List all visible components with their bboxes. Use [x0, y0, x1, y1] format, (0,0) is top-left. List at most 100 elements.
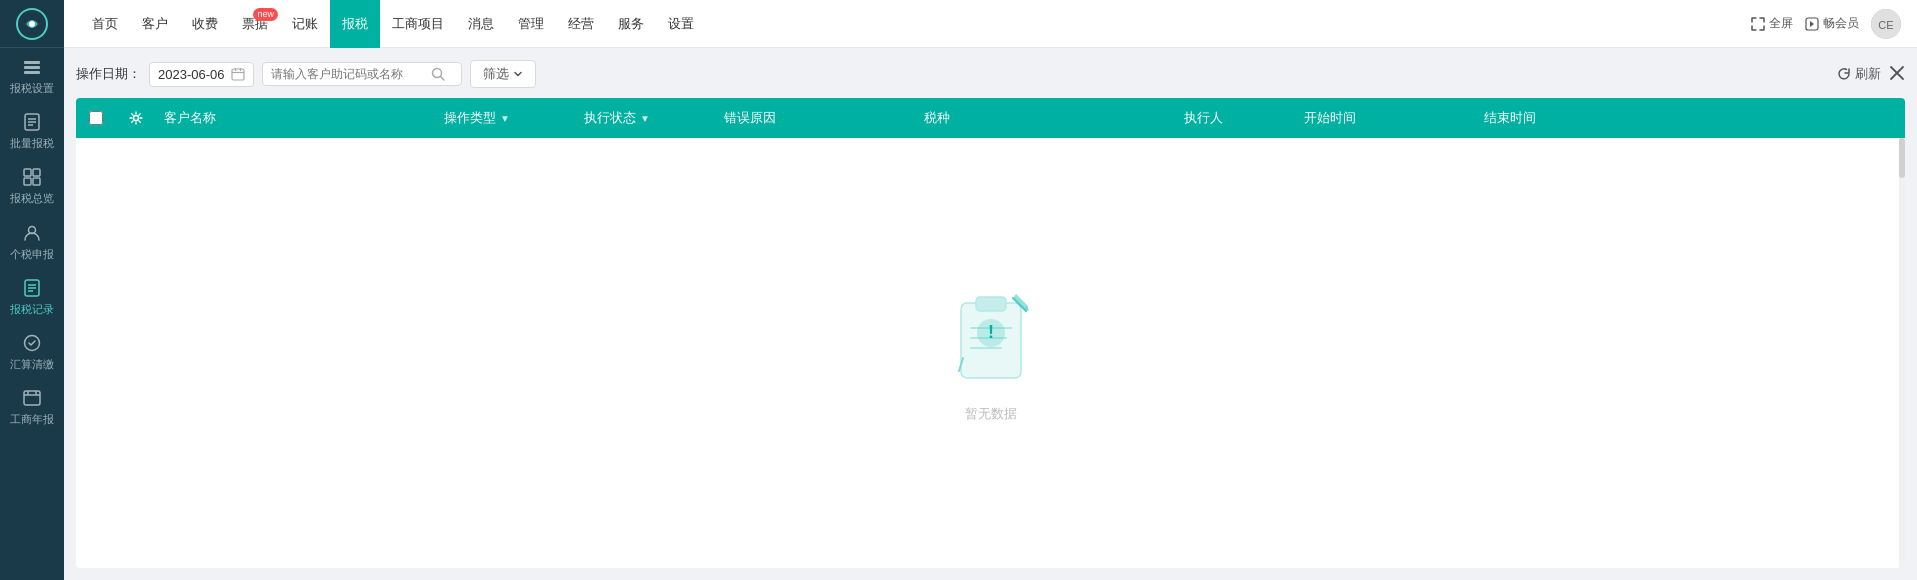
empty-illustration: !: [941, 283, 1041, 393]
svg-text:CE: CE: [1878, 19, 1893, 31]
sidebar-item-geshuishenbao[interactable]: 个税申报: [0, 214, 64, 269]
search-input[interactable]: [271, 67, 431, 81]
filter-button[interactable]: 筛选: [470, 60, 536, 88]
th-executor: 执行人: [1176, 109, 1296, 127]
empty-text: 暂无数据: [965, 405, 1017, 423]
fullscreen-button[interactable]: 全屏: [1751, 15, 1793, 32]
toolbar: 操作日期： 2023-06-06 筛选: [76, 60, 1905, 88]
avatar[interactable]: CE: [1871, 9, 1901, 39]
fullscreen-icon: [1751, 17, 1765, 31]
sidebar-item-baoshuizonglan[interactable]: 报税总览: [0, 158, 64, 213]
sidebar-item-label-pilianbaoshui: 批量报税: [10, 137, 54, 150]
sidebar-item-pilianbaoshui[interactable]: 批量报税: [0, 103, 64, 158]
th-tax-type: 税种: [916, 109, 1176, 127]
select-all-checkbox[interactable]: [89, 111, 103, 125]
th-settings: [116, 110, 156, 126]
sidebar: 报税设置 批量报税 报税总览: [0, 0, 64, 580]
sidebar-item-label-huisuanqingshu: 汇算清缴: [10, 358, 54, 371]
nav-item-fuwu[interactable]: 服务: [606, 0, 656, 48]
svg-point-34: [134, 116, 139, 121]
close-icon: [1889, 65, 1905, 81]
nav-item-shouye[interactable]: 首页: [80, 0, 130, 48]
filter-chevron-icon: [513, 69, 523, 79]
svg-rect-3: [24, 66, 40, 69]
content-area: 操作日期： 2023-06-06 筛选: [64, 48, 1917, 580]
nav-items: 首页 客户 收费 票据 new 记账 报税 工商项目 消息: [80, 0, 1751, 48]
sidebar-item-gongshangnianbaoa[interactable]: 工商年报: [0, 379, 64, 434]
member-button[interactable]: 畅会员: [1805, 15, 1859, 32]
filter-label: 筛选: [483, 65, 509, 83]
date-value: 2023-06-06: [158, 67, 225, 82]
nav-item-jingying[interactable]: 经营: [556, 0, 606, 48]
refresh-icon: [1837, 67, 1851, 81]
th-client-name: 客户名称: [156, 109, 436, 127]
svg-rect-12: [33, 178, 40, 185]
nav-item-baoshui[interactable]: 报税: [330, 0, 380, 48]
settings-icon: [21, 56, 43, 78]
nav-item-guanli[interactable]: 管理: [506, 0, 556, 48]
svg-rect-10: [33, 169, 40, 176]
th-start-time: 开始时间: [1296, 109, 1476, 127]
svg-line-31: [440, 77, 444, 81]
svg-point-1: [29, 21, 35, 27]
app-logo: [16, 8, 48, 40]
piaoju-badge: new: [253, 8, 278, 22]
nav-item-shezhi[interactable]: 设置: [656, 0, 706, 48]
personal-tax-icon: [21, 222, 43, 244]
svg-rect-11: [24, 178, 31, 185]
sidebar-item-baoshuishezhi[interactable]: 报税设置: [0, 48, 64, 103]
nav-item-jizhang[interactable]: 记账: [280, 0, 330, 48]
svg-rect-9: [24, 169, 31, 176]
svg-text:!: !: [988, 322, 994, 342]
empty-state: ! 暂无数据: [941, 283, 1041, 423]
nav-item-shoufei[interactable]: 收费: [180, 0, 230, 48]
date-picker[interactable]: 2023-06-06: [149, 62, 254, 87]
sidebar-item-huisuanqingshu[interactable]: 汇算清缴: [0, 324, 64, 379]
topnav-right: 全屏 畅会员 CE: [1751, 9, 1901, 39]
table-body: ! 暂无数据: [76, 138, 1905, 568]
th-end-time: 结束时间: [1476, 109, 1626, 127]
svg-rect-2: [24, 61, 40, 64]
nav-item-xiaoxi[interactable]: 消息: [456, 0, 506, 48]
th-checkbox[interactable]: [76, 111, 116, 125]
calendar-icon: [231, 67, 245, 81]
sidebar-item-label-baoshuizonglan: 报税总览: [10, 192, 54, 205]
sidebar-item-label-baoshuishezhi: 报税设置: [10, 82, 54, 95]
svg-rect-4: [24, 71, 40, 74]
svg-rect-19: [24, 391, 40, 405]
column-settings-icon[interactable]: [128, 110, 144, 126]
topnav: 首页 客户 收费 票据 new 记账 报税 工商项目 消息: [64, 0, 1917, 48]
table-header: 客户名称 操作类型 ▼ 执行状态 ▼ 错误原因 税种 执行人: [76, 98, 1905, 138]
close-button[interactable]: [1889, 65, 1905, 84]
th-operation-type[interactable]: 操作类型 ▼: [436, 109, 576, 127]
main-area: 首页 客户 收费 票据 new 记账 报税 工商项目 消息: [64, 0, 1917, 580]
sidebar-item-label-gongshangnianbaoa: 工商年报: [10, 413, 54, 426]
avatar-icon: CE: [1871, 9, 1901, 39]
exec-status-sort-icon: ▼: [640, 113, 650, 124]
annual-report-icon: [21, 387, 43, 409]
search-icon[interactable]: [431, 67, 445, 81]
search-wrap: [262, 62, 462, 86]
refresh-button[interactable]: 刷新: [1837, 65, 1881, 83]
tax-record-icon: [21, 277, 43, 299]
operation-type-sort-icon: ▼: [500, 113, 510, 124]
batch-tax-icon: [21, 111, 43, 133]
nav-item-gongshangxiangmu[interactable]: 工商项目: [380, 0, 456, 48]
sidebar-item-label-baoshuijilu: 报税记录: [10, 303, 54, 316]
nav-item-piaoju[interactable]: 票据 new: [230, 0, 280, 48]
table-container: 客户名称 操作类型 ▼ 执行状态 ▼ 错误原因 税种 执行人: [76, 98, 1905, 568]
sidebar-item-label-geshuishenbao: 个税申报: [10, 248, 54, 261]
refresh-label: 刷新: [1855, 65, 1881, 83]
sidebar-logo: [0, 0, 64, 48]
scrollbar[interactable]: [1899, 138, 1905, 568]
sidebar-item-baoshuijilu[interactable]: 报税记录: [0, 269, 64, 324]
svg-rect-36: [976, 297, 1006, 311]
svg-rect-26: [232, 69, 244, 80]
settlement-icon: [21, 332, 43, 354]
scroll-thumb: [1899, 138, 1905, 178]
nav-item-kehu[interactable]: 客户: [130, 0, 180, 48]
th-exec-status[interactable]: 执行状态 ▼: [576, 109, 716, 127]
tax-overview-icon: [21, 166, 43, 188]
date-label: 操作日期：: [76, 65, 141, 83]
th-error-reason: 错误原因: [716, 109, 916, 127]
